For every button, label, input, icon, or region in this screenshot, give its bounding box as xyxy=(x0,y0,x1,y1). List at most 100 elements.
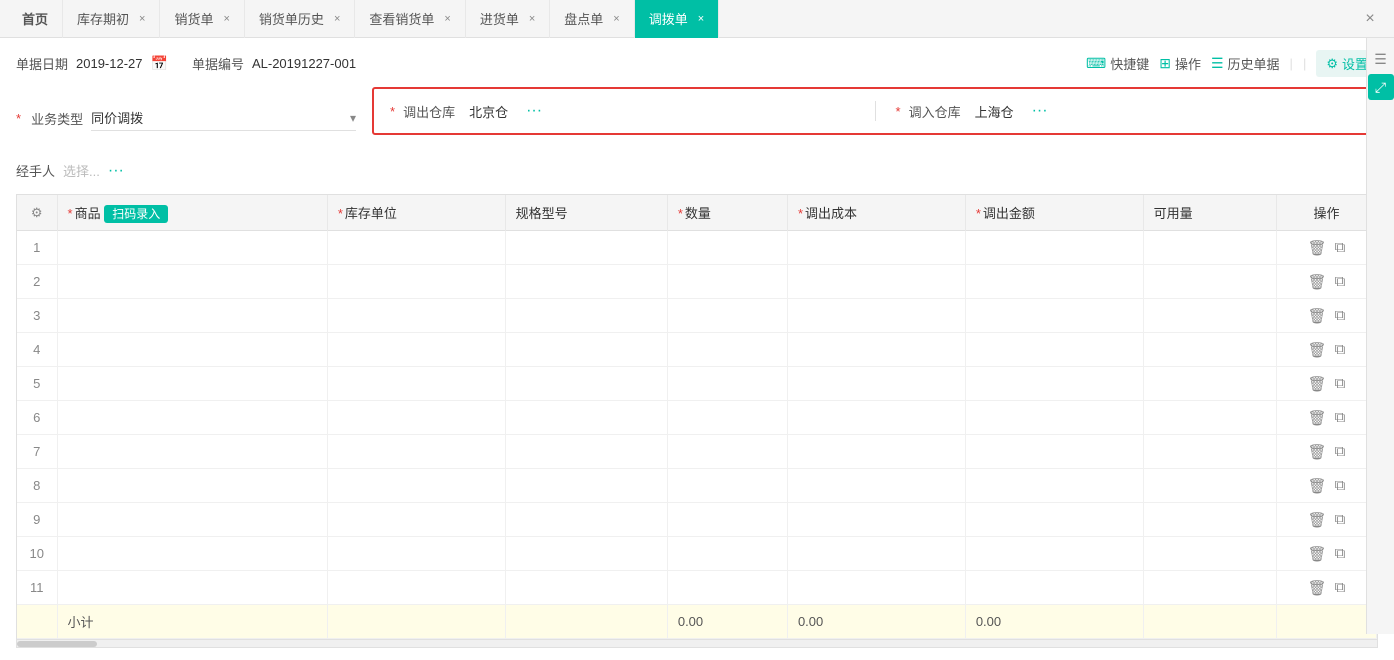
copy-icon[interactable]: ⧉ xyxy=(1335,443,1346,460)
tab-inventory-init-close[interactable]: × xyxy=(139,13,145,25)
td-unit[interactable] xyxy=(327,265,505,299)
td-product[interactable] xyxy=(57,571,327,605)
td-cost[interactable] xyxy=(787,265,965,299)
copy-icon[interactable]: ⧉ xyxy=(1335,579,1346,596)
td-product[interactable] xyxy=(57,401,327,435)
tab-view-sales[interactable]: 查看销货单 × xyxy=(355,0,465,38)
tab-transfer-order[interactable]: 调拨单 × xyxy=(635,0,719,38)
tab-inventory-check[interactable]: 盘点单 × xyxy=(550,0,634,38)
td-cost[interactable] xyxy=(787,333,965,367)
td-amount[interactable] xyxy=(965,333,1143,367)
td-product[interactable] xyxy=(57,537,327,571)
td-available[interactable] xyxy=(1143,231,1276,265)
business-type-select[interactable]: 同价调拨 ▾ xyxy=(91,105,356,131)
td-spec[interactable] xyxy=(505,231,667,265)
td-qty[interactable] xyxy=(667,401,787,435)
copy-icon[interactable]: ⧉ xyxy=(1335,239,1346,256)
tab-home[interactable]: 首页 xyxy=(8,0,63,38)
td-available[interactable] xyxy=(1143,537,1276,571)
td-available[interactable] xyxy=(1143,401,1276,435)
td-cost[interactable] xyxy=(787,503,965,537)
window-close-button[interactable]: × xyxy=(1354,3,1386,35)
copy-icon[interactable]: ⧉ xyxy=(1335,409,1346,426)
handler-dots-button[interactable]: ··· xyxy=(108,162,124,180)
th-settings[interactable]: ⚙ xyxy=(17,195,57,231)
delete-icon[interactable]: 🗑 xyxy=(1308,341,1327,359)
td-product[interactable] xyxy=(57,231,327,265)
td-spec[interactable] xyxy=(505,435,667,469)
td-spec[interactable] xyxy=(505,401,667,435)
delete-icon[interactable]: 🗑 xyxy=(1308,239,1327,257)
td-available[interactable] xyxy=(1143,299,1276,333)
td-qty[interactable] xyxy=(667,469,787,503)
td-available[interactable] xyxy=(1143,367,1276,401)
td-unit[interactable] xyxy=(327,231,505,265)
delete-icon[interactable]: 🗑 xyxy=(1308,511,1327,529)
td-product[interactable] xyxy=(57,469,327,503)
td-unit[interactable] xyxy=(327,401,505,435)
copy-icon[interactable]: ⧉ xyxy=(1335,307,1346,324)
operation-button[interactable]: ⊞ 操作 xyxy=(1159,54,1201,73)
td-available[interactable] xyxy=(1143,265,1276,299)
delete-icon[interactable]: 🗑 xyxy=(1308,579,1327,597)
td-unit[interactable] xyxy=(327,333,505,367)
td-amount[interactable] xyxy=(965,299,1143,333)
td-spec[interactable] xyxy=(505,333,667,367)
shortcut-button[interactable]: ⌨ 快捷键 xyxy=(1086,54,1149,73)
tab-sales-order[interactable]: 销货单 × xyxy=(160,0,244,38)
tab-purchase-order[interactable]: 进货单 × xyxy=(466,0,550,38)
delete-icon[interactable]: 🗑 xyxy=(1308,307,1327,325)
delete-icon[interactable]: 🗑 xyxy=(1308,443,1327,461)
td-cost[interactable] xyxy=(787,367,965,401)
scan-button[interactable]: 扫码录入 xyxy=(104,205,168,223)
td-amount[interactable] xyxy=(965,401,1143,435)
td-available[interactable] xyxy=(1143,469,1276,503)
sidebar-list-button[interactable]: ☰ xyxy=(1368,46,1394,72)
td-available[interactable] xyxy=(1143,503,1276,537)
tab-inventory-init[interactable]: 库存期初 × xyxy=(63,0,160,38)
tab-sales-history-close[interactable]: × xyxy=(334,13,340,25)
transfer-in-dots-button[interactable]: ··· xyxy=(1032,102,1048,120)
tab-sales-history[interactable]: 销货单历史 × xyxy=(245,0,355,38)
tab-transfer-order-close[interactable]: × xyxy=(698,13,704,25)
td-available[interactable] xyxy=(1143,333,1276,367)
td-amount[interactable] xyxy=(965,435,1143,469)
td-amount[interactable] xyxy=(965,571,1143,605)
td-product[interactable] xyxy=(57,299,327,333)
td-unit[interactable] xyxy=(327,435,505,469)
td-unit[interactable] xyxy=(327,299,505,333)
td-amount[interactable] xyxy=(965,469,1143,503)
handler-placeholder[interactable]: 选择... xyxy=(63,161,100,180)
copy-icon[interactable]: ⧉ xyxy=(1335,545,1346,562)
td-spec[interactable] xyxy=(505,299,667,333)
horizontal-scrollbar[interactable] xyxy=(17,639,1377,647)
td-amount[interactable] xyxy=(965,367,1143,401)
td-cost[interactable] xyxy=(787,299,965,333)
td-amount[interactable] xyxy=(965,231,1143,265)
td-cost[interactable] xyxy=(787,537,965,571)
td-spec[interactable] xyxy=(505,571,667,605)
td-cost[interactable] xyxy=(787,231,965,265)
transfer-out-dots-button[interactable]: ··· xyxy=(526,102,542,120)
tab-purchase-order-close[interactable]: × xyxy=(529,13,535,25)
td-unit[interactable] xyxy=(327,537,505,571)
td-qty[interactable] xyxy=(667,265,787,299)
td-spec[interactable] xyxy=(505,537,667,571)
delete-icon[interactable]: 🗑 xyxy=(1308,477,1327,495)
td-qty[interactable] xyxy=(667,571,787,605)
td-available[interactable] xyxy=(1143,435,1276,469)
sidebar-expand-button[interactable]: ⤢ xyxy=(1368,74,1394,100)
scroll-thumb[interactable] xyxy=(17,641,97,647)
td-qty[interactable] xyxy=(667,299,787,333)
td-unit[interactable] xyxy=(327,571,505,605)
tab-inventory-check-close[interactable]: × xyxy=(613,13,619,25)
history-button[interactable]: ☰ 历史单据 xyxy=(1211,54,1280,73)
td-qty[interactable] xyxy=(667,537,787,571)
td-cost[interactable] xyxy=(787,469,965,503)
td-unit[interactable] xyxy=(327,367,505,401)
td-spec[interactable] xyxy=(505,367,667,401)
td-cost[interactable] xyxy=(787,401,965,435)
td-unit[interactable] xyxy=(327,469,505,503)
td-qty[interactable] xyxy=(667,435,787,469)
td-amount[interactable] xyxy=(965,265,1143,299)
